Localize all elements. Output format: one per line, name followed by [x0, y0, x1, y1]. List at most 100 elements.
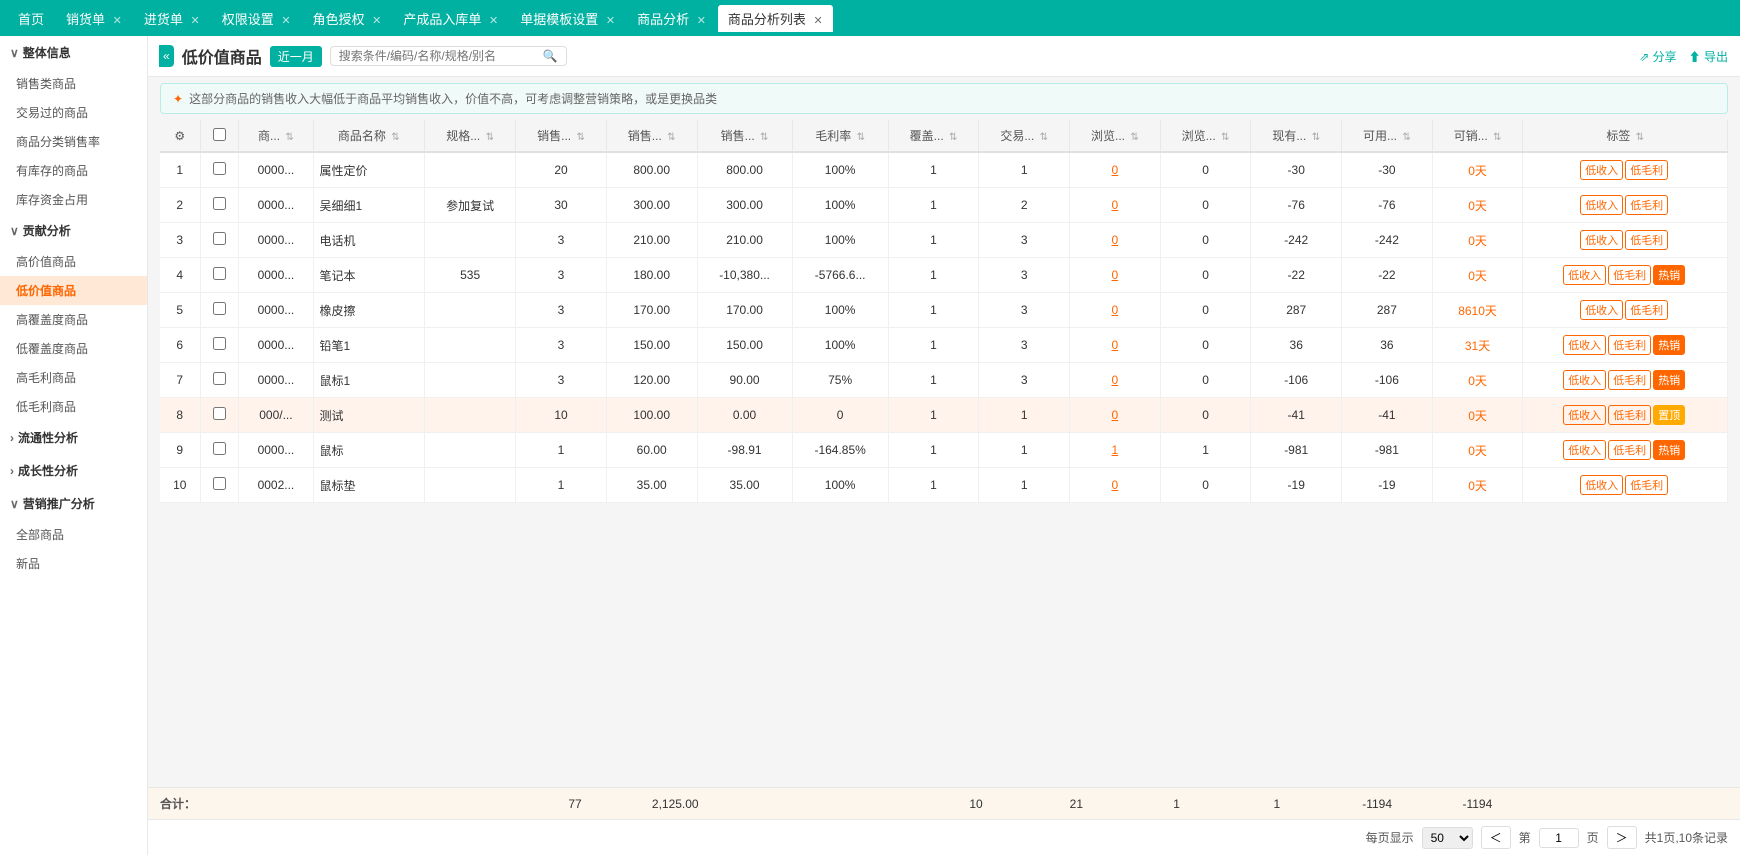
sidebar-group-contribution[interactable]: ∨ 贡献分析	[0, 214, 147, 247]
row-select-checkbox[interactable]	[213, 267, 226, 280]
row-checkbox[interactable]	[200, 328, 239, 363]
col-tags[interactable]: 标签 ⇅	[1523, 120, 1728, 152]
row-checkbox[interactable]	[200, 293, 239, 328]
row-select-checkbox[interactable]	[213, 162, 226, 175]
sidebar-group-liquidity[interactable]: › 流通性分析	[0, 421, 147, 454]
row-select-checkbox[interactable]	[213, 407, 226, 420]
collapse-sidebar-button[interactable]: «	[159, 45, 174, 67]
col-browse2[interactable]: 浏览... ⇅	[1160, 120, 1251, 152]
sidebar-item-stocked-products[interactable]: 有库存的商品	[0, 156, 147, 185]
col-margin[interactable]: 毛利率 ⇅	[792, 120, 888, 152]
nav-sales-order[interactable]: 销货单 ✕	[56, 5, 132, 32]
col-name[interactable]: 商品名称 ⇅	[313, 120, 425, 152]
close-icon[interactable]: ✕	[814, 15, 823, 27]
sidebar-item-low-coverage[interactable]: 低覆盖度商品	[0, 334, 147, 363]
col-sale1[interactable]: 销售... ⇅	[516, 120, 607, 152]
share-button[interactable]: ⇗ 分享	[1639, 48, 1676, 65]
row-browse1[interactable]: 0	[1070, 328, 1161, 363]
browse-link[interactable]: 1	[1112, 443, 1119, 457]
sidebar-item-traded-products[interactable]: 交易过的商品	[0, 98, 147, 127]
sidebar-item-new-products[interactable]: 新品	[0, 549, 147, 578]
sidebar-item-high-value[interactable]: 高价值商品	[0, 247, 147, 276]
close-icon[interactable]: ✕	[489, 15, 498, 27]
nav-role-auth[interactable]: 角色授权 ✕	[303, 5, 392, 32]
row-browse1[interactable]: 0	[1070, 398, 1161, 433]
export-button[interactable]: ⬆ 导出	[1689, 48, 1728, 65]
col-checkbox[interactable]	[200, 120, 239, 152]
row-checkbox[interactable]	[200, 258, 239, 293]
row-checkbox[interactable]	[200, 223, 239, 258]
sidebar-item-stock-capital[interactable]: 库存资金占用	[0, 185, 147, 214]
nav-product-analysis-list[interactable]: 商品分析列表 ✕	[718, 5, 833, 32]
sidebar-group-growth[interactable]: › 成长性分析	[0, 454, 147, 487]
per-page-select[interactable]: 50 100 200	[1422, 827, 1473, 849]
browse-link[interactable]: 0	[1112, 373, 1119, 387]
row-select-checkbox[interactable]	[213, 477, 226, 490]
select-all-checkbox[interactable]	[213, 128, 226, 141]
nav-template-settings[interactable]: 单据模板设置 ✕	[510, 5, 625, 32]
col-spec[interactable]: 规格... ⇅	[425, 120, 516, 152]
row-checkbox[interactable]	[200, 468, 239, 503]
nav-product-analysis[interactable]: 商品分析 ✕	[627, 5, 716, 32]
close-icon[interactable]: ✕	[113, 15, 122, 27]
col-stock3[interactable]: 可销... ⇅	[1432, 120, 1523, 152]
col-sale2[interactable]: 销售... ⇅	[606, 120, 697, 152]
row-select-checkbox[interactable]	[213, 372, 226, 385]
col-sale3[interactable]: 销售... ⇅	[697, 120, 792, 152]
row-checkbox[interactable]	[200, 363, 239, 398]
row-browse1[interactable]: 0	[1070, 293, 1161, 328]
browse-link[interactable]: 0	[1112, 268, 1119, 282]
row-select-checkbox[interactable]	[213, 337, 226, 350]
row-checkbox[interactable]	[200, 433, 239, 468]
search-icon[interactable]: 🔍	[543, 49, 558, 63]
row-select-checkbox[interactable]	[213, 302, 226, 315]
row-browse1[interactable]: 0	[1070, 223, 1161, 258]
close-icon[interactable]: ✕	[190, 15, 199, 27]
browse-link[interactable]: 0	[1112, 233, 1119, 247]
close-icon[interactable]: ✕	[697, 15, 706, 27]
browse-link[interactable]: 0	[1112, 163, 1119, 177]
sidebar-item-high-margin[interactable]: 高毛利商品	[0, 363, 147, 392]
prev-page-button[interactable]: ＜	[1481, 826, 1511, 849]
row-browse1[interactable]: 0	[1070, 363, 1161, 398]
nav-product-inbound[interactable]: 产成品入库单 ✕	[393, 5, 508, 32]
col-settings[interactable]: ⚙	[160, 120, 200, 152]
filter-badge[interactable]: 近一月	[270, 46, 322, 67]
next-page-button[interactable]: ＞	[1607, 826, 1637, 849]
sidebar-item-high-coverage[interactable]: 高覆盖度商品	[0, 305, 147, 334]
sidebar-item-all-products[interactable]: 全部商品	[0, 520, 147, 549]
nav-purchase-order[interactable]: 进货单 ✕	[134, 5, 210, 32]
row-browse1[interactable]: 0	[1070, 188, 1161, 223]
sidebar-item-category-sales-rate[interactable]: 商品分类销售率	[0, 127, 147, 156]
col-browse1[interactable]: 浏览... ⇅	[1070, 120, 1161, 152]
row-checkbox[interactable]	[200, 152, 239, 188]
sidebar-item-low-margin[interactable]: 低毛利商品	[0, 392, 147, 421]
row-select-checkbox[interactable]	[213, 197, 226, 210]
row-browse1[interactable]: 0	[1070, 468, 1161, 503]
col-stock1[interactable]: 现有... ⇅	[1251, 120, 1342, 152]
close-icon[interactable]: ✕	[606, 15, 615, 27]
col-trade[interactable]: 交易... ⇅	[979, 120, 1070, 152]
browse-link[interactable]: 0	[1112, 303, 1119, 317]
close-icon[interactable]: ✕	[372, 15, 381, 27]
close-icon[interactable]: ✕	[281, 15, 290, 27]
page-input[interactable]	[1539, 828, 1579, 848]
col-stock2[interactable]: 可用... ⇅	[1342, 120, 1433, 152]
nav-permission-settings[interactable]: 权限设置 ✕	[212, 5, 301, 32]
row-browse1[interactable]: 0	[1070, 258, 1161, 293]
browse-link[interactable]: 0	[1112, 338, 1119, 352]
nav-home[interactable]: 首页	[8, 5, 54, 32]
col-code[interactable]: 商... ⇅	[239, 120, 313, 152]
sidebar-item-low-value[interactable]: 低价值商品	[0, 276, 147, 305]
col-coverage[interactable]: 覆盖... ⇅	[888, 120, 979, 152]
row-checkbox[interactable]	[200, 398, 239, 433]
sidebar-item-sales-products[interactable]: 销售类商品	[0, 69, 147, 98]
search-input[interactable]	[339, 49, 539, 63]
browse-link[interactable]: 0	[1112, 478, 1119, 492]
row-select-checkbox[interactable]	[213, 442, 226, 455]
row-browse1[interactable]: 1	[1070, 433, 1161, 468]
row-checkbox[interactable]	[200, 188, 239, 223]
browse-link[interactable]: 0	[1112, 198, 1119, 212]
row-select-checkbox[interactable]	[213, 232, 226, 245]
browse-link[interactable]: 0	[1112, 408, 1119, 422]
